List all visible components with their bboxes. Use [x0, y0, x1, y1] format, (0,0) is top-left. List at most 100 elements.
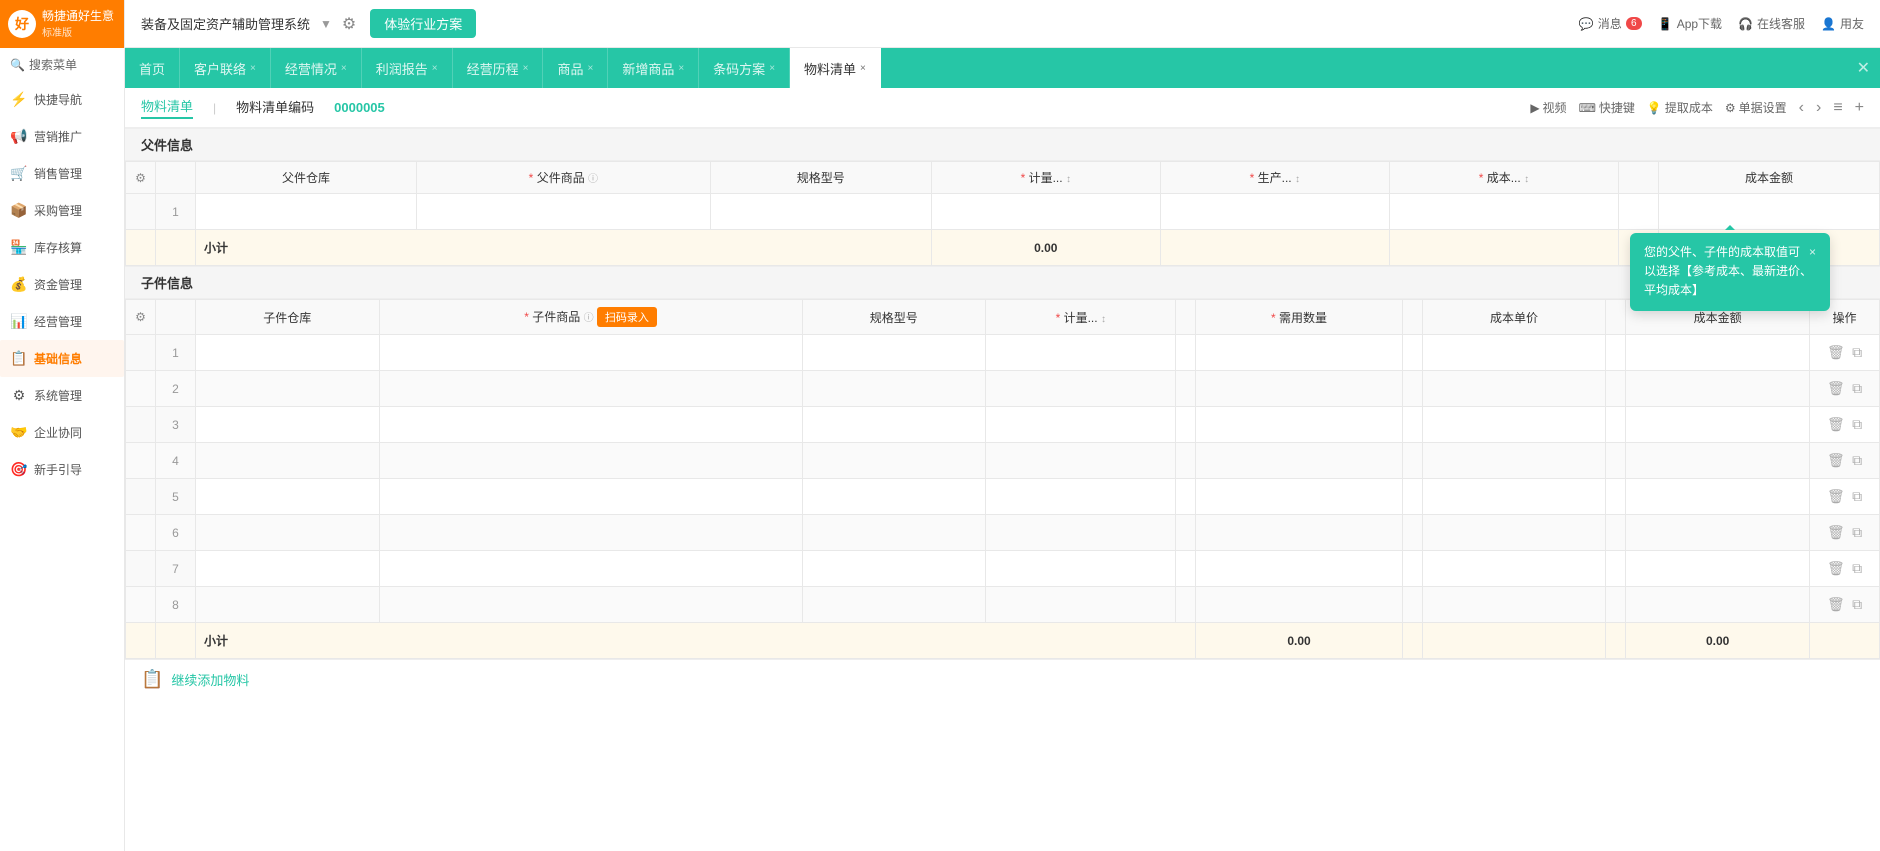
expand-icon[interactable]: ▼ — [320, 17, 332, 31]
child-row3-warehouse[interactable] — [196, 407, 380, 443]
scan-input-button[interactable]: 扫码录入 — [597, 307, 657, 327]
child-row1-spec[interactable] — [802, 335, 986, 371]
child-row6-unit-cost[interactable] — [1422, 515, 1606, 551]
trial-button[interactable]: 体验行业方案 — [370, 9, 476, 38]
sidebar-item-inventory[interactable]: 🏪 库存核算 — [0, 229, 124, 266]
child-row6-required-qty[interactable] — [1196, 515, 1402, 551]
delete-icon-1[interactable]: 🗑 — [1827, 344, 1845, 360]
child-row7-required-qty[interactable] — [1196, 551, 1402, 587]
child-row1-warehouse[interactable] — [196, 335, 380, 371]
bottom-bar-text[interactable]: 继续添加物料 — [171, 670, 249, 689]
child-row1-unit-cost[interactable] — [1422, 335, 1606, 371]
tab-profit-close[interactable]: × — [432, 63, 438, 74]
tab-customer-close[interactable]: × — [250, 63, 256, 74]
subheader-tab-code-label[interactable]: 物料清单编码 — [236, 97, 314, 118]
child-row3-unit-cost[interactable] — [1422, 407, 1606, 443]
child-row5-required-qty[interactable] — [1196, 479, 1402, 515]
parent-row1-spec[interactable] — [710, 194, 931, 230]
delete-icon-8[interactable]: 🗑 — [1827, 596, 1845, 612]
child-row8-warehouse[interactable] — [196, 587, 380, 623]
child-row4-warehouse[interactable] — [196, 443, 380, 479]
tab-history-close[interactable]: × — [523, 63, 529, 74]
video-button[interactable]: ▶ 视频 — [1530, 99, 1566, 116]
message-button[interactable]: 💬 消息 6 — [1579, 15, 1642, 32]
tab-operations[interactable]: 经营情况 × — [271, 48, 362, 88]
tab-operations-close[interactable]: × — [341, 63, 347, 74]
sidebar-item-sys-mgmt[interactable]: ⚙ 系统管理 — [0, 377, 124, 414]
child-row6-spec[interactable] — [802, 515, 986, 551]
delete-icon-7[interactable]: 🗑 — [1827, 560, 1845, 576]
child-row4-spec[interactable] — [802, 443, 986, 479]
child-row4-qty[interactable] — [986, 443, 1176, 479]
nav-prev-button[interactable]: ‹ — [1799, 99, 1804, 117]
child-row5-spec[interactable] — [802, 479, 986, 515]
delete-icon-6[interactable]: 🗑 — [1827, 524, 1845, 540]
parent-col-gear[interactable]: ⚙ — [126, 162, 156, 194]
copy-icon-7[interactable]: ⧉ — [1852, 560, 1862, 576]
child-row3-qty[interactable] — [986, 407, 1176, 443]
child-row7-unit-cost[interactable] — [1422, 551, 1606, 587]
copy-icon-3[interactable]: ⧉ — [1852, 416, 1862, 432]
sidebar-item-basic-info[interactable]: 📋 基础信息 — [0, 340, 124, 377]
gear-icon[interactable]: ⚙ — [342, 14, 356, 34]
parent-row1-product[interactable] — [417, 194, 711, 230]
child-row2-product[interactable] — [379, 371, 802, 407]
copy-icon-5[interactable]: ⧉ — [1852, 488, 1862, 504]
subheader-tab-bom[interactable]: 物料清单 — [141, 96, 193, 119]
delete-icon-3[interactable]: 🗑 — [1827, 416, 1845, 432]
tooltip-close-button[interactable]: × — [1809, 243, 1816, 262]
menu-icon-button[interactable]: ≡ — [1833, 99, 1842, 117]
child-row2-qty[interactable] — [986, 371, 1176, 407]
copy-icon-8[interactable]: ⧉ — [1852, 596, 1862, 612]
sidebar-item-purchase[interactable]: 📦 采购管理 — [0, 192, 124, 229]
parent-row1-production[interactable] — [1160, 194, 1389, 230]
delete-icon-2[interactable]: 🗑 — [1827, 380, 1845, 396]
parent-row1-qty[interactable] — [931, 194, 1160, 230]
user-button[interactable]: 👤 用友 — [1821, 15, 1864, 32]
child-row7-warehouse[interactable] — [196, 551, 380, 587]
shortcut-button[interactable]: ⌨ 快捷键 — [1579, 99, 1635, 116]
child-row4-required-qty[interactable] — [1196, 443, 1402, 479]
tab-barcode-close[interactable]: × — [769, 63, 775, 74]
tab-goods[interactable]: 商品 × — [543, 48, 608, 88]
child-row4-product[interactable] — [379, 443, 802, 479]
tab-home[interactable]: 首页 — [125, 48, 180, 88]
child-row7-product[interactable] — [379, 551, 802, 587]
child-row7-qty[interactable] — [986, 551, 1176, 587]
child-row8-qty[interactable] — [986, 587, 1176, 623]
child-col-gear[interactable]: ⚙ — [126, 300, 156, 335]
delete-icon-5[interactable]: 🗑 — [1827, 488, 1845, 504]
tab-profit[interactable]: 利润报告 × — [362, 48, 453, 88]
online-service-button[interactable]: 🎧 在线客服 — [1738, 15, 1805, 32]
child-row5-qty[interactable] — [986, 479, 1176, 515]
child-row5-product[interactable] — [379, 479, 802, 515]
child-row2-spec[interactable] — [802, 371, 986, 407]
sidebar-item-newbie[interactable]: 🎯 新手引导 — [0, 451, 124, 488]
delete-icon-4[interactable]: 🗑 — [1827, 452, 1845, 468]
child-row6-warehouse[interactable] — [196, 515, 380, 551]
child-row2-warehouse[interactable] — [196, 371, 380, 407]
tab-history[interactable]: 经营历程 × — [453, 48, 544, 88]
child-row4-unit-cost[interactable] — [1422, 443, 1606, 479]
tab-bom[interactable]: 物料清单 × — [790, 48, 881, 88]
child-row6-product[interactable] — [379, 515, 802, 551]
copy-icon-6[interactable]: ⧉ — [1852, 524, 1862, 540]
nav-next-button[interactable]: › — [1816, 99, 1821, 117]
tab-customer[interactable]: 客户联络 × — [180, 48, 271, 88]
child-row2-required-qty[interactable] — [1196, 371, 1402, 407]
child-row3-required-qty[interactable] — [1196, 407, 1402, 443]
sidebar-item-quick-nav[interactable]: ⚡ 快捷导航 — [0, 81, 124, 118]
more-icon-button[interactable]: + — [1855, 99, 1864, 117]
child-row3-product[interactable] — [379, 407, 802, 443]
child-row1-required-qty[interactable] — [1196, 335, 1402, 371]
child-row5-unit-cost[interactable] — [1422, 479, 1606, 515]
sidebar-item-marketing[interactable]: 📢 营销推广 — [0, 118, 124, 155]
copy-icon-4[interactable]: ⧉ — [1852, 452, 1862, 468]
child-row1-product[interactable] — [379, 335, 802, 371]
parent-row1-cost[interactable] — [1389, 194, 1618, 230]
sidebar-item-ops-mgmt[interactable]: 📊 经营管理 — [0, 303, 124, 340]
copy-icon-1[interactable]: ⧉ — [1852, 344, 1862, 360]
tab-barcode[interactable]: 条码方案 × — [699, 48, 790, 88]
sidebar-item-corp-coop[interactable]: 🤝 企业协同 — [0, 414, 124, 451]
child-row1-qty[interactable] — [986, 335, 1176, 371]
